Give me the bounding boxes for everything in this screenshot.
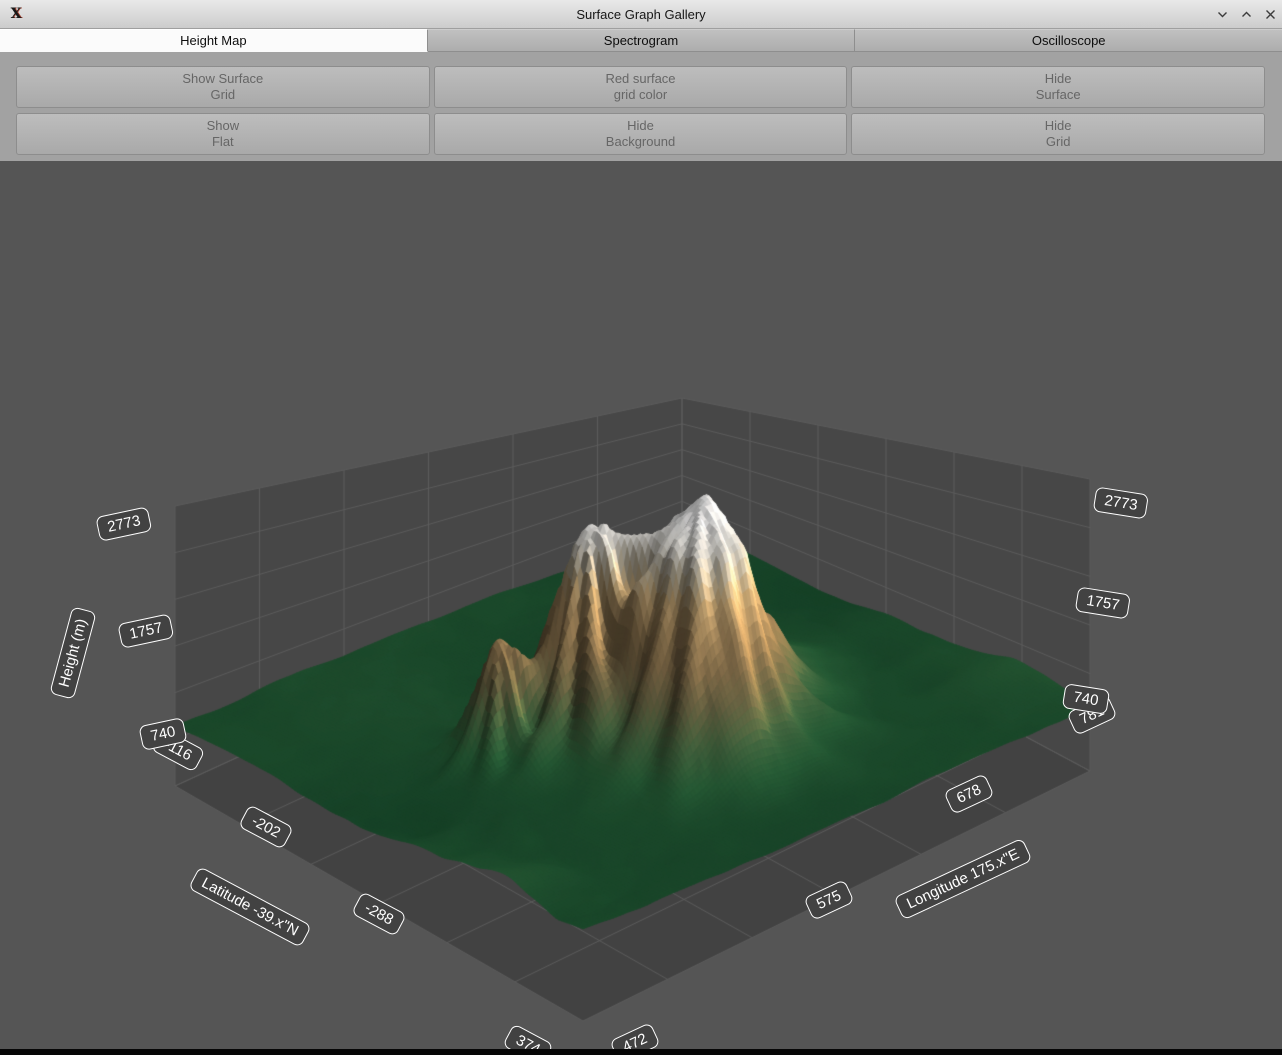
button-label-line2: Background [606, 134, 675, 150]
button-label-line2: Grid [1046, 134, 1071, 150]
button-label-line2: Grid [211, 87, 236, 103]
controls-panel: Show Surface Grid Red surface grid color… [0, 52, 1282, 161]
window-controls [1210, 0, 1282, 28]
surface-grid-color-button[interactable]: Red surface grid color [434, 66, 848, 108]
button-label-line2: Flat [212, 134, 234, 150]
hide-background-button[interactable]: Hide Background [434, 113, 848, 155]
show-surface-grid-button[interactable]: Show Surface Grid [16, 66, 430, 108]
shade-button[interactable] [1210, 0, 1234, 28]
maximize-button[interactable] [1234, 0, 1258, 28]
tab-oscilloscope[interactable]: Oscilloscope [855, 29, 1282, 52]
button-label-line1: Hide [1045, 118, 1072, 134]
button-label-line1: Hide [1045, 71, 1072, 87]
button-label-line2: grid color [614, 87, 667, 103]
window-bottom-edge [0, 1049, 1282, 1055]
chevron-down-icon [1217, 9, 1228, 20]
window-title: Surface Graph Gallery [0, 7, 1282, 22]
hide-grid-button[interactable]: Hide Grid [851, 113, 1265, 155]
button-label-line1: Hide [627, 118, 654, 134]
tab-spectrogram[interactable]: Spectrogram [428, 29, 856, 52]
button-label-line1: Show Surface [182, 71, 263, 87]
close-icon [1265, 9, 1276, 20]
show-flat-button[interactable]: Show Flat [16, 113, 430, 155]
surface-canvas[interactable] [0, 161, 1282, 1049]
button-label-line1: Red surface [605, 71, 675, 87]
chevron-up-icon [1241, 9, 1252, 20]
surface-3d-view[interactable]: 2773 1757 740 Height (m) 2773 1757 740 -… [0, 161, 1282, 1049]
app-window: X Surface Graph Gallery Height Map Spect… [0, 0, 1282, 1055]
window-titlebar[interactable]: X Surface Graph Gallery [0, 0, 1282, 29]
button-label-line1: Show [207, 118, 240, 134]
tab-height-map[interactable]: Height Map [0, 29, 428, 52]
app-icon: X [8, 6, 24, 22]
close-button[interactable] [1258, 0, 1282, 28]
tab-bar: Height Map Spectrogram Oscilloscope [0, 29, 1282, 52]
button-label-line2: Surface [1036, 87, 1081, 103]
hide-surface-button[interactable]: Hide Surface [851, 66, 1265, 108]
